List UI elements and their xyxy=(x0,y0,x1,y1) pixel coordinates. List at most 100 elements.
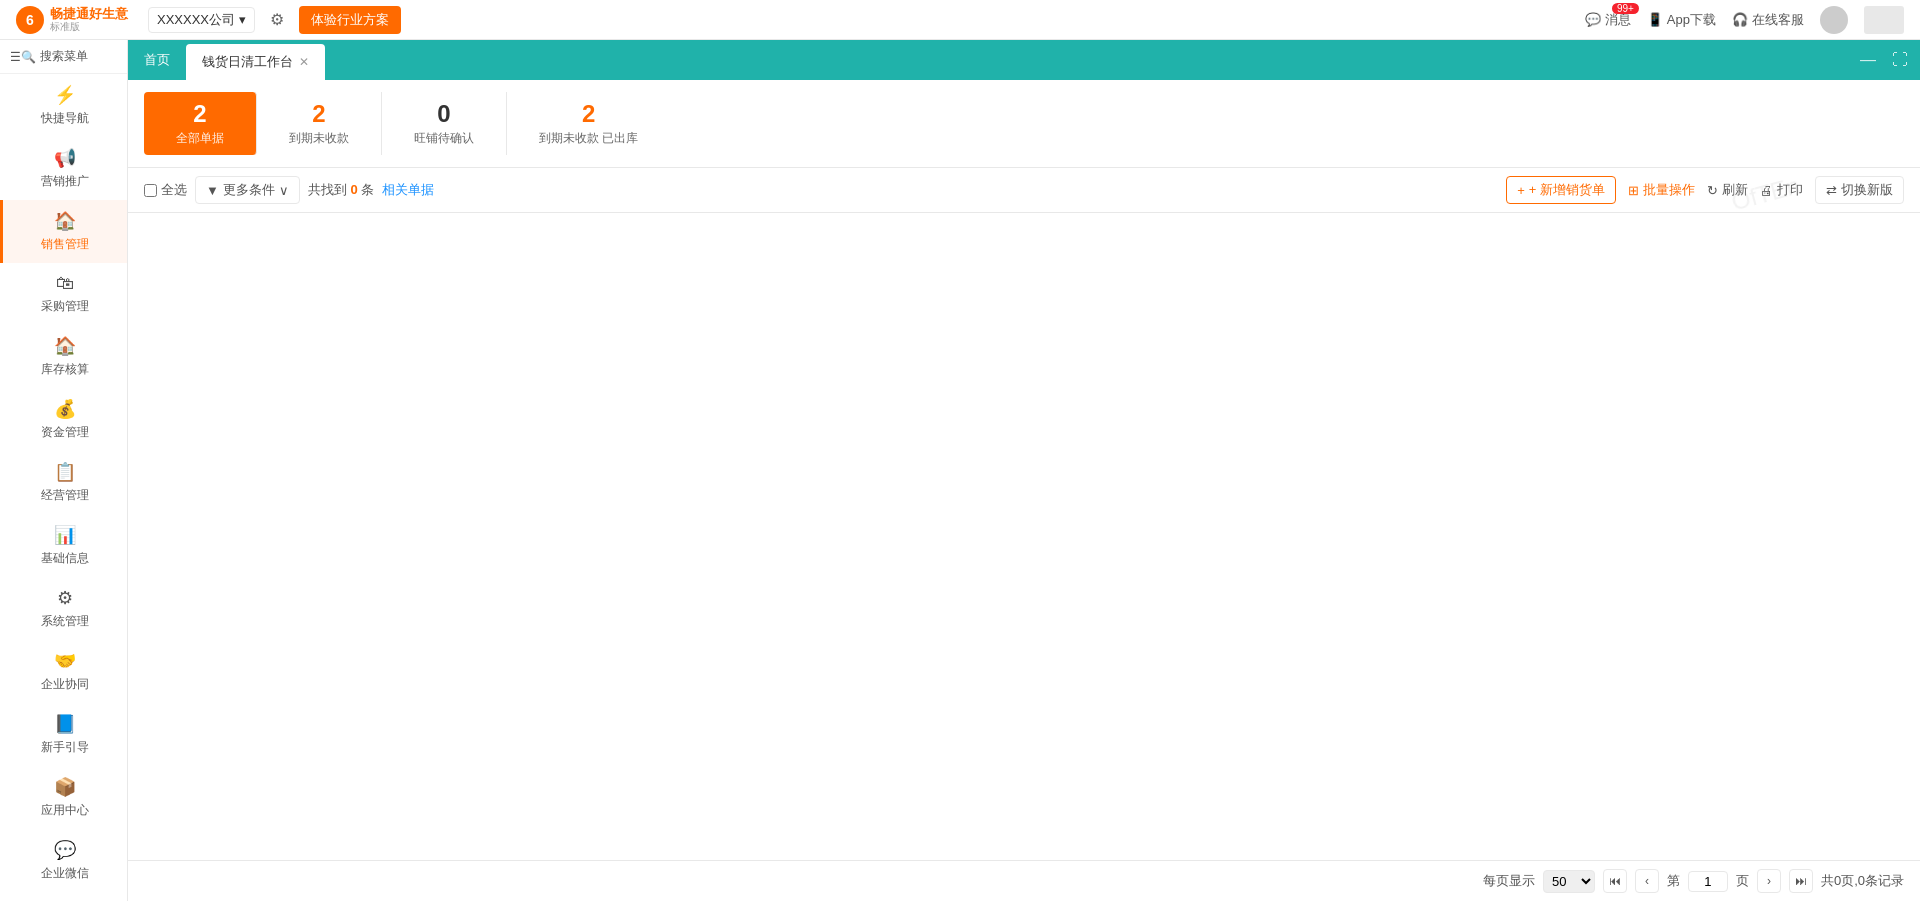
first-page-button[interactable]: ⏮ xyxy=(1603,869,1627,893)
switch-icon: ⇄ xyxy=(1826,183,1837,198)
page-suffix: 页 xyxy=(1736,872,1749,890)
stat-number-overdue: 2 xyxy=(312,100,325,128)
sidebar-item-marketing[interactable]: 📢 营销推广 xyxy=(0,137,127,200)
found-text: 共找到 0 条 xyxy=(308,181,374,199)
toolbar-right: + + 新增销货单 ⊞ 批量操作 ↻ 刷新 🖨 打印 xyxy=(1506,176,1904,204)
last-page-button[interactable]: ⏭ xyxy=(1789,869,1813,893)
batch-icon: ⊞ xyxy=(1628,183,1639,198)
finance-icon: 💰 xyxy=(54,398,76,420)
logo-icon: 6 xyxy=(16,6,44,34)
sidebar-item-purchase[interactable]: 🛍 采购管理 xyxy=(0,263,127,325)
stat-card-overdue[interactable]: 2 到期未收款 xyxy=(257,92,382,155)
user-name-display[interactable] xyxy=(1864,6,1904,34)
page-label: 第 xyxy=(1667,872,1680,890)
avatar[interactable] xyxy=(1820,6,1848,34)
select-all-input[interactable] xyxy=(144,184,157,197)
tab-workbench[interactable]: 钱货日清工作台 ✕ xyxy=(186,44,325,80)
tab-maximize-icon[interactable]: ⛶ xyxy=(1888,47,1912,73)
header-right: 💬 消息 99+ 📱 App下载 🎧 在线客服 xyxy=(1585,6,1904,34)
search-menu-label: 搜索菜单 xyxy=(40,48,88,65)
sidebar-label-quick-nav: 快捷导航 xyxy=(41,110,89,127)
logo-char: 6 xyxy=(26,12,34,28)
online-support-button[interactable]: 🎧 在线客服 xyxy=(1732,11,1804,29)
stat-number-pending: 0 xyxy=(437,100,450,128)
settings-button[interactable]: ⚙ xyxy=(263,6,291,34)
enterprise-icon: 🤝 xyxy=(54,650,76,672)
prev-page-button[interactable]: ‹ xyxy=(1635,869,1659,893)
new-order-label: + 新增销货单 xyxy=(1529,181,1605,199)
new-order-button[interactable]: + + 新增销货单 xyxy=(1506,176,1616,204)
related-orders-link[interactable]: 相关单据 xyxy=(382,181,434,199)
print-button[interactable]: 🖨 打印 xyxy=(1760,181,1803,199)
tab-bar-actions: — ⛶ xyxy=(1856,47,1920,73)
select-all-checkbox[interactable]: 全选 xyxy=(144,181,187,199)
sidebar-item-enterprise[interactable]: 🤝 企业协同 xyxy=(0,640,127,703)
download-icon: 📱 xyxy=(1647,12,1663,27)
wechat-icon: 💬 xyxy=(54,839,76,861)
operations-icon: 📋 xyxy=(54,461,76,483)
page-input[interactable]: 1 xyxy=(1688,871,1728,892)
pagination: 每页显示 50 100 200 ⏮ ‹ 第 1 页 › ⏭ 共0页,0条记录 xyxy=(128,860,1920,901)
app-download-label: App下载 xyxy=(1667,11,1716,29)
next-page-button[interactable]: › xyxy=(1757,869,1781,893)
stat-number-overdue-shipped: 2 xyxy=(582,100,595,128)
stat-card-overdue-shipped[interactable]: 2 到期未收款 已出库 xyxy=(507,92,670,155)
tab-close-icon[interactable]: ✕ xyxy=(299,55,309,69)
company-selector[interactable]: XXXXXX公司 ▾ xyxy=(148,7,255,33)
sidebar-item-inventory[interactable]: 🏠 库存核算 xyxy=(0,325,127,388)
quick-nav-icon: ⚡ xyxy=(54,84,76,106)
app-center-icon: 📦 xyxy=(54,776,76,798)
sidebar-item-app-center[interactable]: 📦 应用中心 xyxy=(0,766,127,829)
stat-label-all: 全部单据 xyxy=(176,130,224,147)
toolbar-left: 全选 ▼ 更多条件 ∨ 共找到 0 条 相关单据 xyxy=(144,176,1498,204)
stat-card-pending[interactable]: 0 旺铺待确认 xyxy=(382,92,507,155)
batch-button[interactable]: ⊞ 批量操作 xyxy=(1628,181,1695,199)
sidebar-label-sales: 销售管理 xyxy=(41,236,89,253)
logo-text: 畅捷通好生意 标准版 xyxy=(50,6,128,34)
online-support-label: 在线客服 xyxy=(1752,11,1804,29)
message-button[interactable]: 💬 消息 99+ xyxy=(1585,11,1631,29)
filter-icon: ▼ xyxy=(206,183,219,198)
sidebar-item-basic-info[interactable]: 📊 基础信息 xyxy=(0,514,127,577)
per-page-select[interactable]: 50 100 200 xyxy=(1543,870,1595,893)
sales-icon: 🏠 xyxy=(54,210,76,232)
tab-minimize-icon[interactable]: — xyxy=(1856,47,1880,73)
app-title: 畅捷通好生意 xyxy=(50,6,128,22)
stat-label-pending: 旺铺待确认 xyxy=(414,130,474,147)
refresh-button[interactable]: ↻ 刷新 xyxy=(1707,181,1748,199)
support-icon: 🎧 xyxy=(1732,12,1748,27)
sidebar-label-enterprise: 企业协同 xyxy=(41,676,89,693)
stat-label-overdue: 到期未收款 xyxy=(289,130,349,147)
sidebar-label-system: 系统管理 xyxy=(41,613,89,630)
stat-number-all: 2 xyxy=(193,100,206,128)
stats-bar: 2 全部单据 2 到期未收款 0 旺铺待确认 2 到期未收款 已出库 xyxy=(128,80,1920,168)
more-filters-button[interactable]: ▼ 更多条件 ∨ xyxy=(195,176,300,204)
tab-home[interactable]: 首页 xyxy=(128,40,186,80)
app-download-button[interactable]: 📱 App下载 xyxy=(1647,11,1716,29)
sidebar-label-basic-info: 基础信息 xyxy=(41,550,89,567)
switch-version-button[interactable]: ⇄ 切换新版 xyxy=(1815,176,1904,204)
sidebar-item-wechat[interactable]: 💬 企业微信 xyxy=(0,829,127,892)
search-menu-button[interactable]: ☰🔍 搜索菜单 xyxy=(0,40,127,74)
sidebar-label-purchase: 采购管理 xyxy=(41,298,89,315)
sidebar-item-member[interactable]: 👑 畅会员 xyxy=(0,892,127,901)
sidebar-item-newbie[interactable]: 📘 新手引导 xyxy=(0,703,127,766)
sidebar-label-marketing: 营销推广 xyxy=(41,173,89,190)
select-all-label: 全选 xyxy=(161,181,187,199)
trial-button[interactable]: 体验行业方案 xyxy=(299,6,401,34)
batch-label: 批量操作 xyxy=(1643,181,1695,199)
per-page-label: 每页显示 xyxy=(1483,872,1535,890)
sidebar-item-operations[interactable]: 📋 经营管理 xyxy=(0,451,127,514)
new-order-icon: + xyxy=(1517,183,1525,198)
sidebar-item-quick-nav[interactable]: ⚡ 快捷导航 xyxy=(0,74,127,137)
sidebar-item-finance[interactable]: 💰 资金管理 xyxy=(0,388,127,451)
sidebar-label-inventory: 库存核算 xyxy=(41,361,89,378)
chevron-down-icon: ▾ xyxy=(239,12,246,27)
stat-card-all[interactable]: 2 全部单据 xyxy=(144,92,257,155)
more-filters-label: 更多条件 xyxy=(223,181,275,199)
newbie-icon: 📘 xyxy=(54,713,76,735)
refresh-label: 刷新 xyxy=(1722,181,1748,199)
sidebar-item-sales[interactable]: 🏠 销售管理 xyxy=(0,200,127,263)
sidebar-item-system[interactable]: ⚙ 系统管理 xyxy=(0,577,127,640)
sidebar-label-app-center: 应用中心 xyxy=(41,802,89,819)
